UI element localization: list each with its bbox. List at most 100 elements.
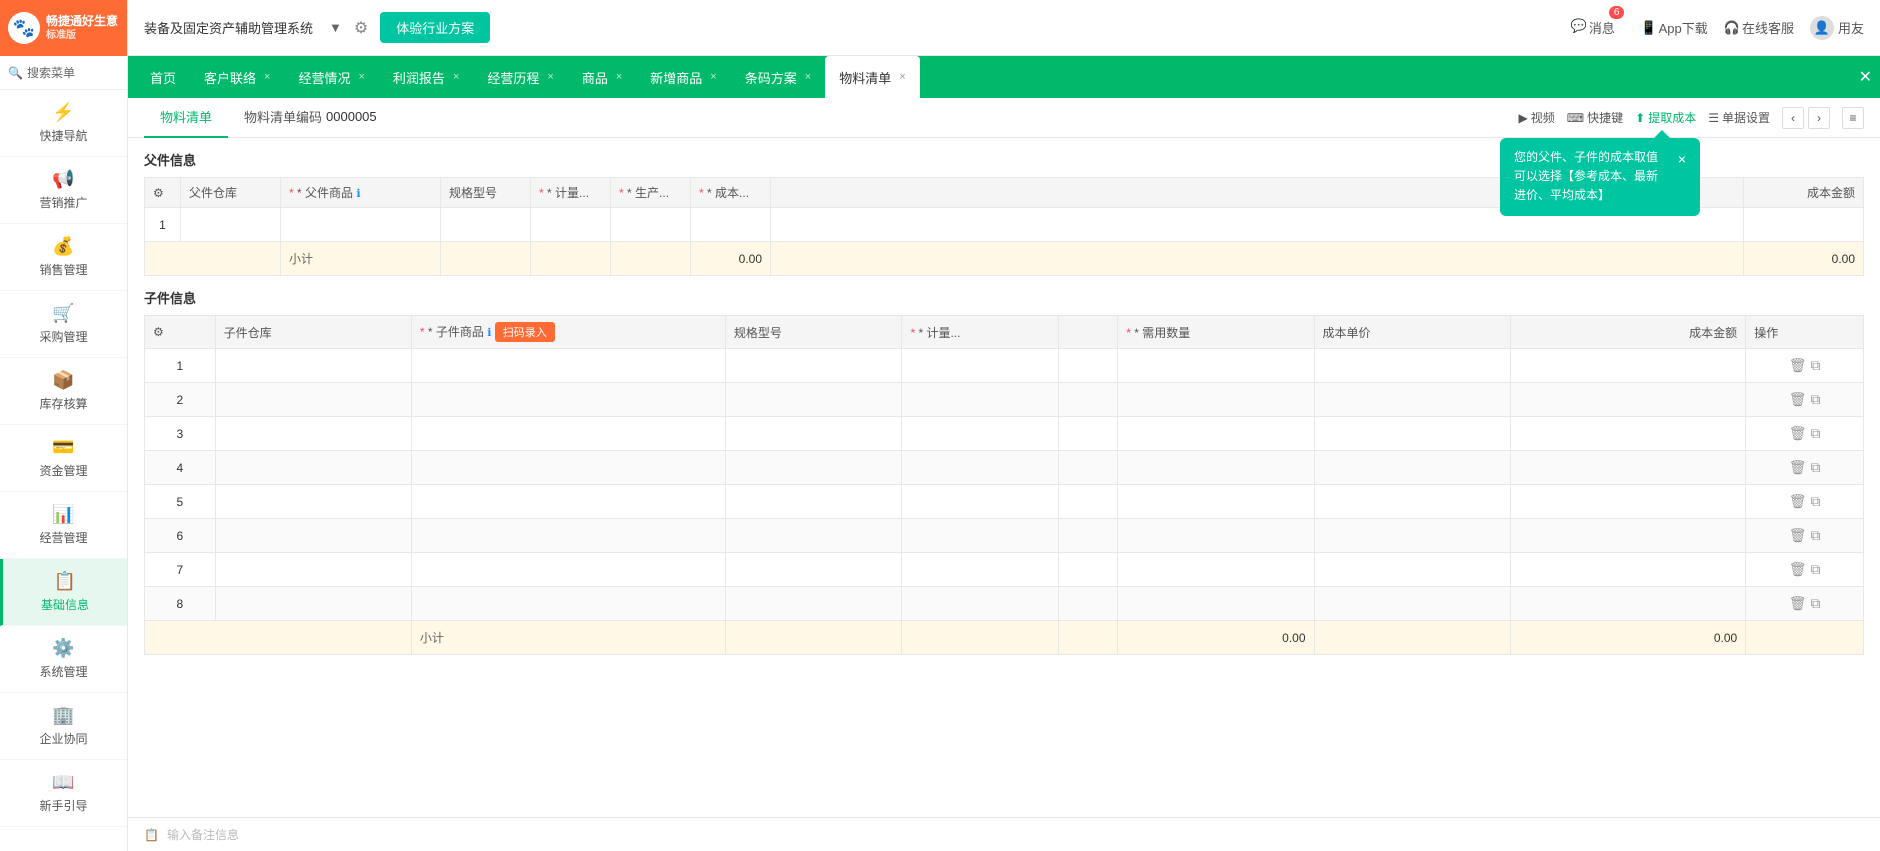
- tab-bom[interactable]: 物料清单 ×: [825, 56, 919, 98]
- tab-profit[interactable]: 利润报告 ×: [379, 56, 473, 98]
- sidebar-item-inventory[interactable]: 📦 库存核算: [0, 358, 127, 425]
- tab-operation[interactable]: 经营情况 ×: [284, 56, 378, 98]
- child-row-product-2[interactable]: [411, 383, 725, 417]
- child-row-spec-6[interactable]: [725, 519, 902, 553]
- child-row-unitprice-3[interactable]: [1314, 417, 1510, 451]
- tab-new-product[interactable]: 新增商品 ×: [636, 56, 730, 98]
- child-row-measure-7[interactable]: [902, 553, 1059, 587]
- child-row-spec-1[interactable]: [725, 349, 902, 383]
- child-row-measure-3[interactable]: [902, 417, 1059, 451]
- child-row-product-7[interactable]: [411, 553, 725, 587]
- delete-icon-2[interactable]: 🗑: [1789, 391, 1807, 408]
- prev-arrow[interactable]: ‹: [1782, 107, 1804, 129]
- parent-row-measure[interactable]: [531, 208, 611, 242]
- child-row-warehouse-5[interactable]: [215, 485, 411, 519]
- online-service-button[interactable]: 🎧 在线客服: [1724, 18, 1794, 37]
- child-row-measure-4[interactable]: [902, 451, 1059, 485]
- child-row-qty-5[interactable]: [1118, 485, 1314, 519]
- child-row-warehouse-1[interactable]: [215, 349, 411, 383]
- tab-barcode[interactable]: 条码方案 ×: [731, 56, 825, 98]
- search-menu-item[interactable]: 🔍 搜索菜单: [0, 56, 127, 90]
- sidebar-item-operation[interactable]: 📊 经营管理: [0, 492, 127, 559]
- delete-icon-8[interactable]: 🗑: [1789, 595, 1807, 612]
- tab-barcode-close[interactable]: ×: [805, 71, 811, 83]
- child-row-qty-7[interactable]: [1118, 553, 1314, 587]
- child-row-unitprice-4[interactable]: [1314, 451, 1510, 485]
- menu-button[interactable]: ≡: [1842, 107, 1864, 129]
- tab-bom-close[interactable]: ×: [899, 71, 905, 83]
- child-row-unitprice-2[interactable]: [1314, 383, 1510, 417]
- view-button[interactable]: ▶ 视频: [1519, 109, 1555, 126]
- child-row-spec-2[interactable]: [725, 383, 902, 417]
- subtab-bom-code[interactable]: 物料清单编码 0000005: [228, 98, 393, 138]
- sidebar-item-system[interactable]: ⚙️ 系统管理: [0, 626, 127, 693]
- shortcut-button[interactable]: ⌨ 快捷键: [1567, 109, 1623, 126]
- child-row-product-5[interactable]: [411, 485, 725, 519]
- child-row-spec-4[interactable]: [725, 451, 902, 485]
- tab-customer-close[interactable]: ×: [264, 71, 270, 83]
- chevron-down-icon[interactable]: ▼: [329, 20, 342, 35]
- child-row-qty-3[interactable]: [1118, 417, 1314, 451]
- child-row-warehouse-4[interactable]: [215, 451, 411, 485]
- tab-product[interactable]: 商品 ×: [568, 56, 636, 98]
- tab-new-product-close[interactable]: ×: [710, 71, 716, 83]
- parent-row-warehouse[interactable]: [181, 208, 281, 242]
- tab-product-close[interactable]: ×: [616, 71, 622, 83]
- delete-icon-1[interactable]: 🗑: [1789, 357, 1807, 374]
- tooltip-close-button[interactable]: ×: [1678, 148, 1686, 170]
- tab-operation-close[interactable]: ×: [358, 71, 364, 83]
- copy-icon-8[interactable]: ⧉: [1810, 595, 1820, 612]
- child-row-unitprice-8[interactable]: [1314, 587, 1510, 621]
- child-row-qty-1[interactable]: [1118, 349, 1314, 383]
- nav-close-button[interactable]: ✕: [1859, 67, 1872, 87]
- settings-gear-icon[interactable]: ⚙: [354, 18, 368, 38]
- sidebar-item-quick-nav[interactable]: ⚡ 快捷导航: [0, 90, 127, 157]
- copy-icon-3[interactable]: ⧉: [1810, 425, 1820, 442]
- single-settings-button[interactable]: ☰ 单据设置: [1708, 109, 1770, 126]
- message-button[interactable]: 💬 消息 6: [1571, 18, 1625, 37]
- child-row-warehouse-8[interactable]: [215, 587, 411, 621]
- child-row-measure-5[interactable]: [902, 485, 1059, 519]
- sidebar-item-purchase[interactable]: 🛒 采购管理: [0, 291, 127, 358]
- child-row-qty-6[interactable]: [1118, 519, 1314, 553]
- child-row-product-3[interactable]: [411, 417, 725, 451]
- child-row-qty-2[interactable]: [1118, 383, 1314, 417]
- tab-history-close[interactable]: ×: [547, 71, 553, 83]
- sidebar-item-guide[interactable]: 📖 新手引导: [0, 760, 127, 827]
- child-row-qty-4[interactable]: [1118, 451, 1314, 485]
- child-row-unitprice-6[interactable]: [1314, 519, 1510, 553]
- child-row-measure-2[interactable]: [902, 383, 1059, 417]
- child-row-warehouse-3[interactable]: [215, 417, 411, 451]
- subtab-bom-list[interactable]: 物料清单: [144, 98, 228, 138]
- child-row-warehouse-6[interactable]: [215, 519, 411, 553]
- child-row-measure-1[interactable]: [902, 349, 1059, 383]
- copy-icon-1[interactable]: ⧉: [1810, 357, 1820, 374]
- child-row-unitprice-5[interactable]: [1314, 485, 1510, 519]
- child-row-spec-8[interactable]: [725, 587, 902, 621]
- sidebar-item-marketing[interactable]: 📢 营销推广: [0, 157, 127, 224]
- child-row-measure-6[interactable]: [902, 519, 1059, 553]
- parent-row-cost[interactable]: [691, 208, 771, 242]
- app-download-button[interactable]: 📱 App下载: [1640, 18, 1707, 37]
- sidebar-item-sales[interactable]: 💰 销售管理: [0, 224, 127, 291]
- child-row-spec-3[interactable]: [725, 417, 902, 451]
- parent-row-product[interactable]: [281, 208, 441, 242]
- tab-profit-close[interactable]: ×: [453, 71, 459, 83]
- parent-row-spec[interactable]: [441, 208, 531, 242]
- delete-icon-7[interactable]: 🗑: [1789, 561, 1807, 578]
- copy-icon-4[interactable]: ⧉: [1810, 459, 1820, 476]
- delete-icon-6[interactable]: 🗑: [1789, 527, 1807, 544]
- sidebar-item-basic-info[interactable]: 📋 基础信息: [0, 559, 127, 626]
- child-row-unitprice-7[interactable]: [1314, 553, 1510, 587]
- child-row-warehouse-2[interactable]: [215, 383, 411, 417]
- child-row-product-6[interactable]: [411, 519, 725, 553]
- parent-row-produce[interactable]: [611, 208, 691, 242]
- child-row-product-1[interactable]: [411, 349, 725, 383]
- child-row-warehouse-7[interactable]: [215, 553, 411, 587]
- extract-cost-button[interactable]: ⬆ 提取成本: [1635, 109, 1696, 126]
- sidebar-item-finance[interactable]: 💳 资金管理: [0, 425, 127, 492]
- child-row-unitprice-1[interactable]: [1314, 349, 1510, 383]
- child-row-measure-8[interactable]: [902, 587, 1059, 621]
- delete-icon-4[interactable]: 🗑: [1789, 459, 1807, 476]
- copy-icon-2[interactable]: ⧉: [1810, 391, 1820, 408]
